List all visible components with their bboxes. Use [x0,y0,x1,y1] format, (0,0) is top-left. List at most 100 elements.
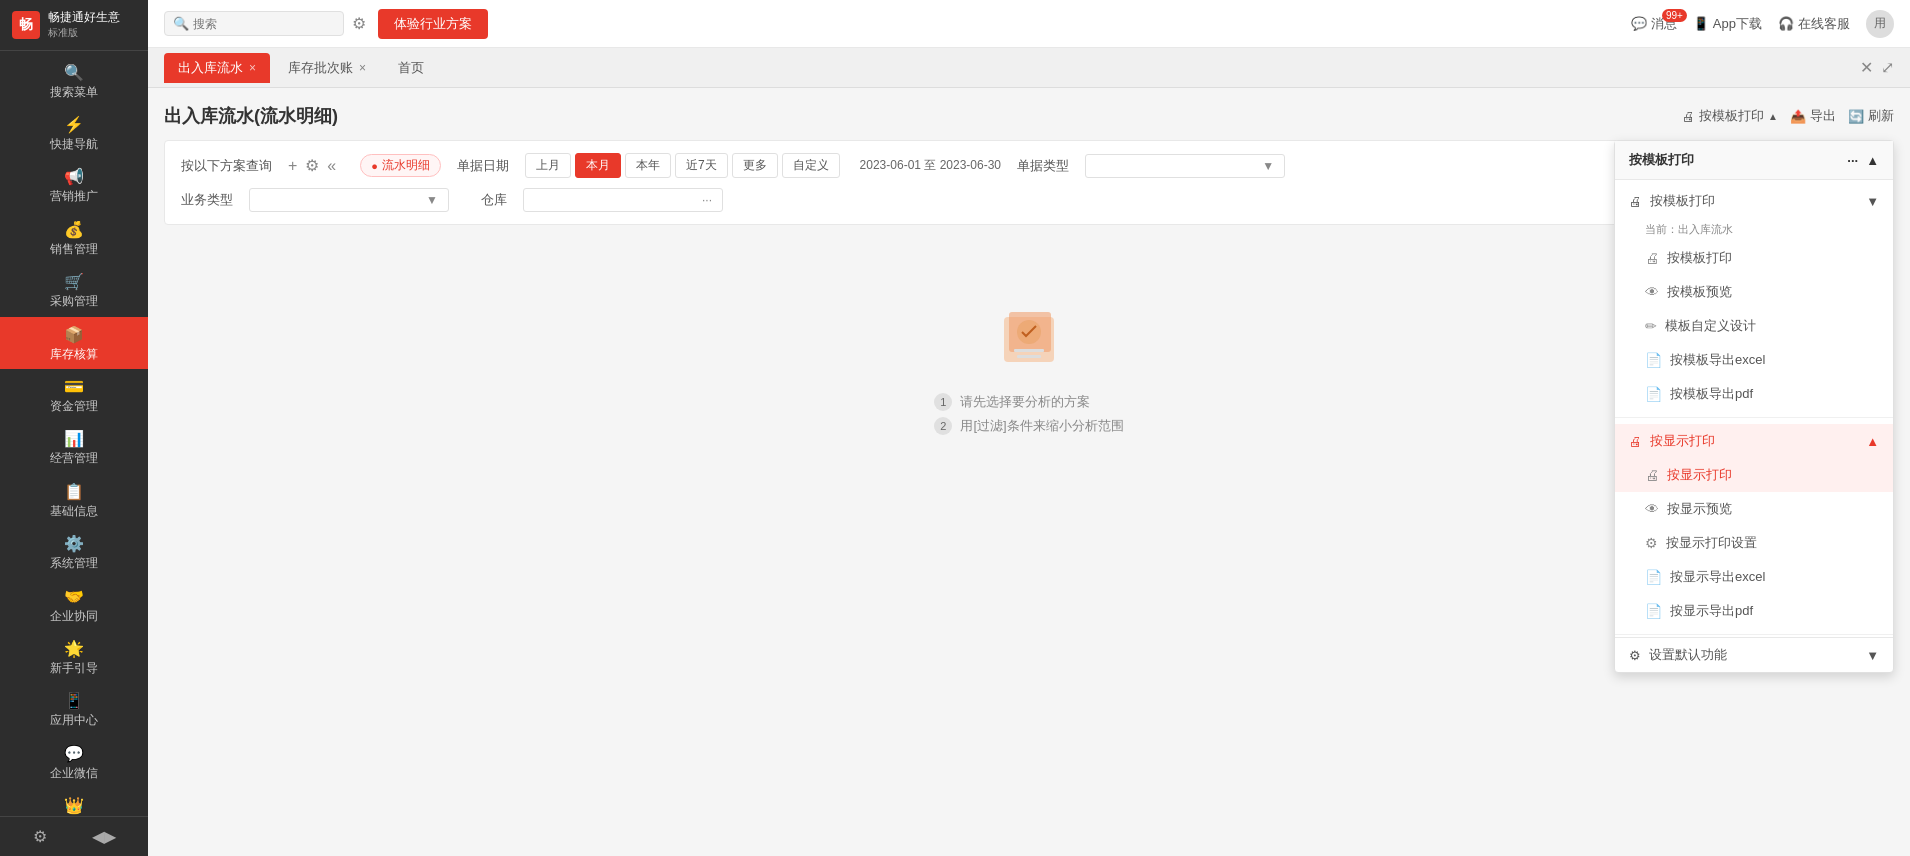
dropdown-item-template-export-pdf[interactable]: 📄按模板导出pdf [1615,377,1893,411]
marketing-label: 营销推广 [50,189,98,203]
search-icon: 🔍 [64,63,84,82]
window-close-btn[interactable]: ✕ [1860,58,1873,77]
tab-home[interactable]: 首页 [384,53,438,83]
dropdown-chevron-up[interactable]: ▲ [1866,153,1879,168]
sidebar-item-inventory[interactable]: 📦库存核算 [0,317,148,369]
dropdown-item-display-export-pdf[interactable]: 📄按显示导出pdf [1615,594,1893,628]
empty-step-1: 1 请先选择要分析的方案 [934,393,1123,411]
sidebar-item-cooperation[interactable]: 🤝企业协同 [0,579,148,631]
date-btn-last-7[interactable]: 近7天 [675,153,728,178]
sidebar-item-operation[interactable]: 📊经营管理 [0,421,148,473]
warehouse-label: 仓库 [481,191,507,209]
operation-icon: 📊 [64,429,84,448]
dropdown-item-template-print[interactable]: 🖨按模板打印 [1615,241,1893,275]
sidebar-item-guide[interactable]: 🌟新手引导 [0,631,148,683]
customer-service-btn[interactable]: 🎧 在线客服 [1778,15,1850,33]
main-area: 🔍 ⚙ 体验行业方案 💬 消息 99+ 📱 App下载 🎧 在线客服 用 出入库… [148,0,1910,856]
dropdown-item-template-preview[interactable]: 👁按模板预览 [1615,275,1893,309]
gear-icon[interactable]: ⚙ [352,14,366,33]
sidebar-item-basic[interactable]: 📋基础信息 [0,474,148,526]
business-type-label: 业务类型 [181,191,233,209]
sales-label: 销售管理 [50,242,98,256]
display-print-section: 🖨 按显示打印 ▲ 🖨按显示打印👁按显示预览⚙按显示打印设置📄按显示导出exce… [1615,420,1893,632]
sidebar-item-app[interactable]: 📱应用中心 [0,683,148,735]
filter-collapse-btn[interactable]: « [327,157,336,175]
date-btn-this-month[interactable]: 本月 [575,153,621,178]
display-preview-label: 按显示预览 [1667,500,1732,518]
warehouse-dots: ··· [702,193,712,207]
sidebar-item-member[interactable]: 👑畅会员 [0,788,148,816]
app-download-btn[interactable]: 📱 App下载 [1693,15,1762,33]
filter-tag-icon: ● [371,160,378,172]
footer-settings-icon: ⚙ [1629,648,1641,663]
dropdown-item-display-export-excel[interactable]: 📄按显示导出excel [1615,560,1893,594]
user-avatar[interactable]: 用 [1866,10,1894,38]
date-btn-more[interactable]: 更多 [732,153,778,178]
filter-add-btn[interactable]: + [288,157,297,175]
sidebar-item-purchase[interactable]: 🛒采购管理 [0,264,148,316]
template-print-section-icon: 🖨 [1629,194,1642,209]
dropdown-item-display-print[interactable]: 🖨按显示打印 [1615,458,1893,492]
logo-icon: 畅 [12,11,40,39]
sidebar-item-search[interactable]: 🔍搜索菜单 [0,55,148,107]
quick-nav-label: 快捷导航 [50,137,98,151]
sidebar-item-finance[interactable]: 💳资金管理 [0,369,148,421]
doc-type-select[interactable]: ▼ [1085,154,1285,178]
dropdown-item-display-print-settings[interactable]: ⚙按显示打印设置 [1615,526,1893,560]
dropdown-dots[interactable]: ··· [1847,153,1858,168]
export-label: 导出 [1810,107,1836,125]
tab-close-batch-account[interactable]: × [359,61,366,75]
sidebar-item-quick-nav[interactable]: ⚡快捷导航 [0,107,148,159]
search-input[interactable] [193,17,313,31]
dropdown-item-display-preview[interactable]: 👁按显示预览 [1615,492,1893,526]
settings-icon[interactable]: ⚙ [33,827,47,846]
sidebar-item-marketing[interactable]: 📢 营销推广 [0,159,148,211]
topbar: 🔍 ⚙ 体验行业方案 💬 消息 99+ 📱 App下载 🎧 在线客服 用 [148,0,1910,48]
warehouse-select[interactable]: ··· [523,188,723,212]
tab-close-flow-detail[interactable]: × [249,61,256,75]
app-label: 应用中心 [50,713,98,727]
template-export-pdf-icon: 📄 [1645,386,1662,402]
wechat-icon: 💬 [64,744,84,763]
sidebar-item-sales[interactable]: 💰销售管理 [0,212,148,264]
template-preview-icon: 👁 [1645,284,1659,300]
search-box[interactable]: 🔍 [164,11,344,36]
display-print-label: 按显示打印 [1667,466,1732,484]
filter-settings-btn[interactable]: ⚙ [305,156,319,175]
basic-label: 基础信息 [50,504,98,518]
guide-label: 新手引导 [50,661,98,675]
collapse-icon[interactable]: ◀▶ [92,827,116,846]
print-template-btn[interactable]: 🖨 按模板打印 ▲ [1682,107,1778,125]
date-group: 上月本月本年近7天更多自定义 [525,153,840,178]
doc-type-label: 单据类型 [1017,157,1069,175]
industry-btn[interactable]: 体验行业方案 [378,9,488,39]
page-actions: 🖨 按模板打印 ▲ 📤 导出 🔄 刷新 [1682,107,1894,125]
template-print-items: 🖨按模板打印👁按模板预览✏模板自定义设计📄按模板导出excel📄按模板导出pdf [1615,241,1893,411]
message-btn[interactable]: 💬 消息 99+ [1631,15,1677,33]
dropdown-footer[interactable]: ⚙ 设置默认功能 ▼ [1615,637,1893,672]
message-badge: 99+ [1662,9,1687,22]
export-btn[interactable]: 📤 导出 [1790,107,1836,125]
date-btn-this-year[interactable]: 本年 [625,153,671,178]
tab-flow-detail[interactable]: 出入库流水× [164,53,270,83]
display-print-settings-icon: ⚙ [1645,535,1658,551]
display-print-section-title[interactable]: 🖨 按显示打印 ▲ [1615,424,1893,458]
empty-steps: 1 请先选择要分析的方案 2 用[过滤]条件来缩小分析范围 [934,393,1123,441]
dropdown-item-template-export-excel[interactable]: 📄按模板导出excel [1615,343,1893,377]
template-section-chevron: ▼ [1866,194,1879,209]
date-btn-custom[interactable]: 自定义 [782,153,840,178]
window-expand-btn[interactable]: ⤢ [1881,58,1894,77]
tab-batch-account[interactable]: 库存批次账× [274,53,380,83]
marketing-icon: 📢 [64,167,84,186]
business-type-select[interactable]: ▼ [249,188,449,212]
filter-tag[interactable]: ● 流水明细 [360,154,441,177]
template-print-section-title[interactable]: 🖨 按模板打印 ▼ [1615,184,1893,218]
date-btn-last-month[interactable]: 上月 [525,153,571,178]
finance-icon: 💳 [64,377,84,396]
footer-chevron: ▼ [1866,648,1879,663]
sidebar-footer: ⚙ ◀▶ [0,816,148,856]
sidebar-item-wechat[interactable]: 💬企业微信 [0,736,148,788]
dropdown-item-template-customize[interactable]: ✏模板自定义设计 [1615,309,1893,343]
sidebar-item-system[interactable]: ⚙️系统管理 [0,526,148,578]
refresh-btn[interactable]: 🔄 刷新 [1848,107,1894,125]
